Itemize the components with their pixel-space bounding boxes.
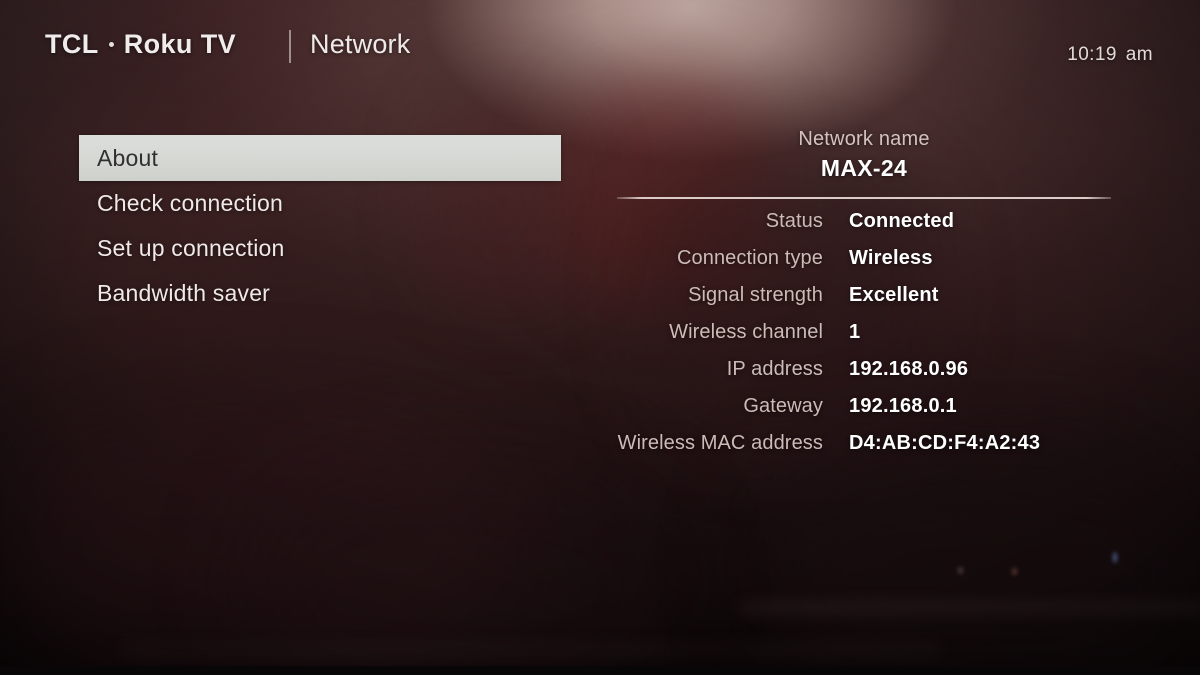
- table-row: Signal strength Excellent: [617, 284, 1111, 321]
- network-details-table: Status Connected Connection type Wireles…: [617, 210, 1111, 469]
- row-label: Gateway: [743, 395, 823, 417]
- table-row: Wireless MAC address D4:AB:CD:F4:A2:43: [617, 432, 1111, 469]
- row-label: Signal strength: [688, 284, 823, 306]
- row-label: Connection type: [676, 247, 823, 269]
- brand-tcl-label: TCL: [45, 29, 99, 59]
- row-value: 192.168.0.96: [849, 358, 969, 380]
- header-divider: [289, 30, 291, 63]
- tv-screen: TCL Roku TV Network 10:19 am About Check …: [0, 0, 1200, 675]
- row-value: D4:AB:CD:F4:A2:43: [849, 432, 1041, 454]
- status-clock: 10:19 am: [1067, 44, 1153, 66]
- network-name-value: MAX-24: [820, 155, 908, 181]
- row-label: IP address: [726, 358, 823, 380]
- row-value: Wireless: [849, 247, 933, 269]
- row-value: 192.168.0.1: [849, 395, 957, 417]
- row-value: 1: [849, 321, 861, 343]
- menu-item-bandwidth-saver[interactable]: Bandwidth saver: [79, 270, 561, 316]
- status-badge: Connected: [849, 210, 955, 232]
- menu-item-check-connection[interactable]: Check connection: [79, 180, 561, 226]
- menu-item-label: Check connection: [97, 189, 284, 216]
- table-row: Status Connected: [617, 210, 1111, 247]
- network-name-label: Network name: [798, 128, 930, 150]
- header-bar: TCL Roku TV Network 10:19 am: [0, 0, 1200, 92]
- settings-overlay: TCL Roku TV Network 10:19 am About Check …: [0, 0, 1200, 675]
- bullet-dot-icon: [108, 42, 114, 47]
- network-info-panel: Network name MAX-24 Status Connected Con…: [617, 128, 1111, 469]
- brand-logo: TCL Roku TV: [45, 29, 236, 60]
- brand-roku-label: Roku TV: [123, 29, 236, 59]
- menu-item-about[interactable]: About: [79, 135, 561, 181]
- table-row: Wireless channel 1: [617, 321, 1111, 358]
- table-row: IP address 192.168.0.96: [617, 358, 1111, 395]
- menu-item-set-up-connection[interactable]: Set up connection: [79, 225, 561, 271]
- table-row: Connection type Wireless: [617, 247, 1111, 284]
- row-label: Wireless channel: [669, 321, 823, 343]
- table-row: Gateway 192.168.0.1: [617, 395, 1111, 432]
- menu-item-label: Set up connection: [97, 234, 285, 261]
- row-label: Status: [765, 210, 823, 232]
- panel-divider: [617, 197, 1111, 199]
- page-title: Network: [310, 29, 411, 59]
- row-value: Excellent: [849, 284, 939, 306]
- network-menu-list: About Check connection Set up connection…: [79, 135, 561, 316]
- clock-time: 10:19: [1067, 44, 1117, 65]
- menu-item-label: About: [97, 144, 159, 171]
- menu-item-label: Bandwidth saver: [97, 279, 271, 306]
- row-label: Wireless MAC address: [617, 432, 823, 454]
- clock-ampm: am: [1125, 44, 1153, 65]
